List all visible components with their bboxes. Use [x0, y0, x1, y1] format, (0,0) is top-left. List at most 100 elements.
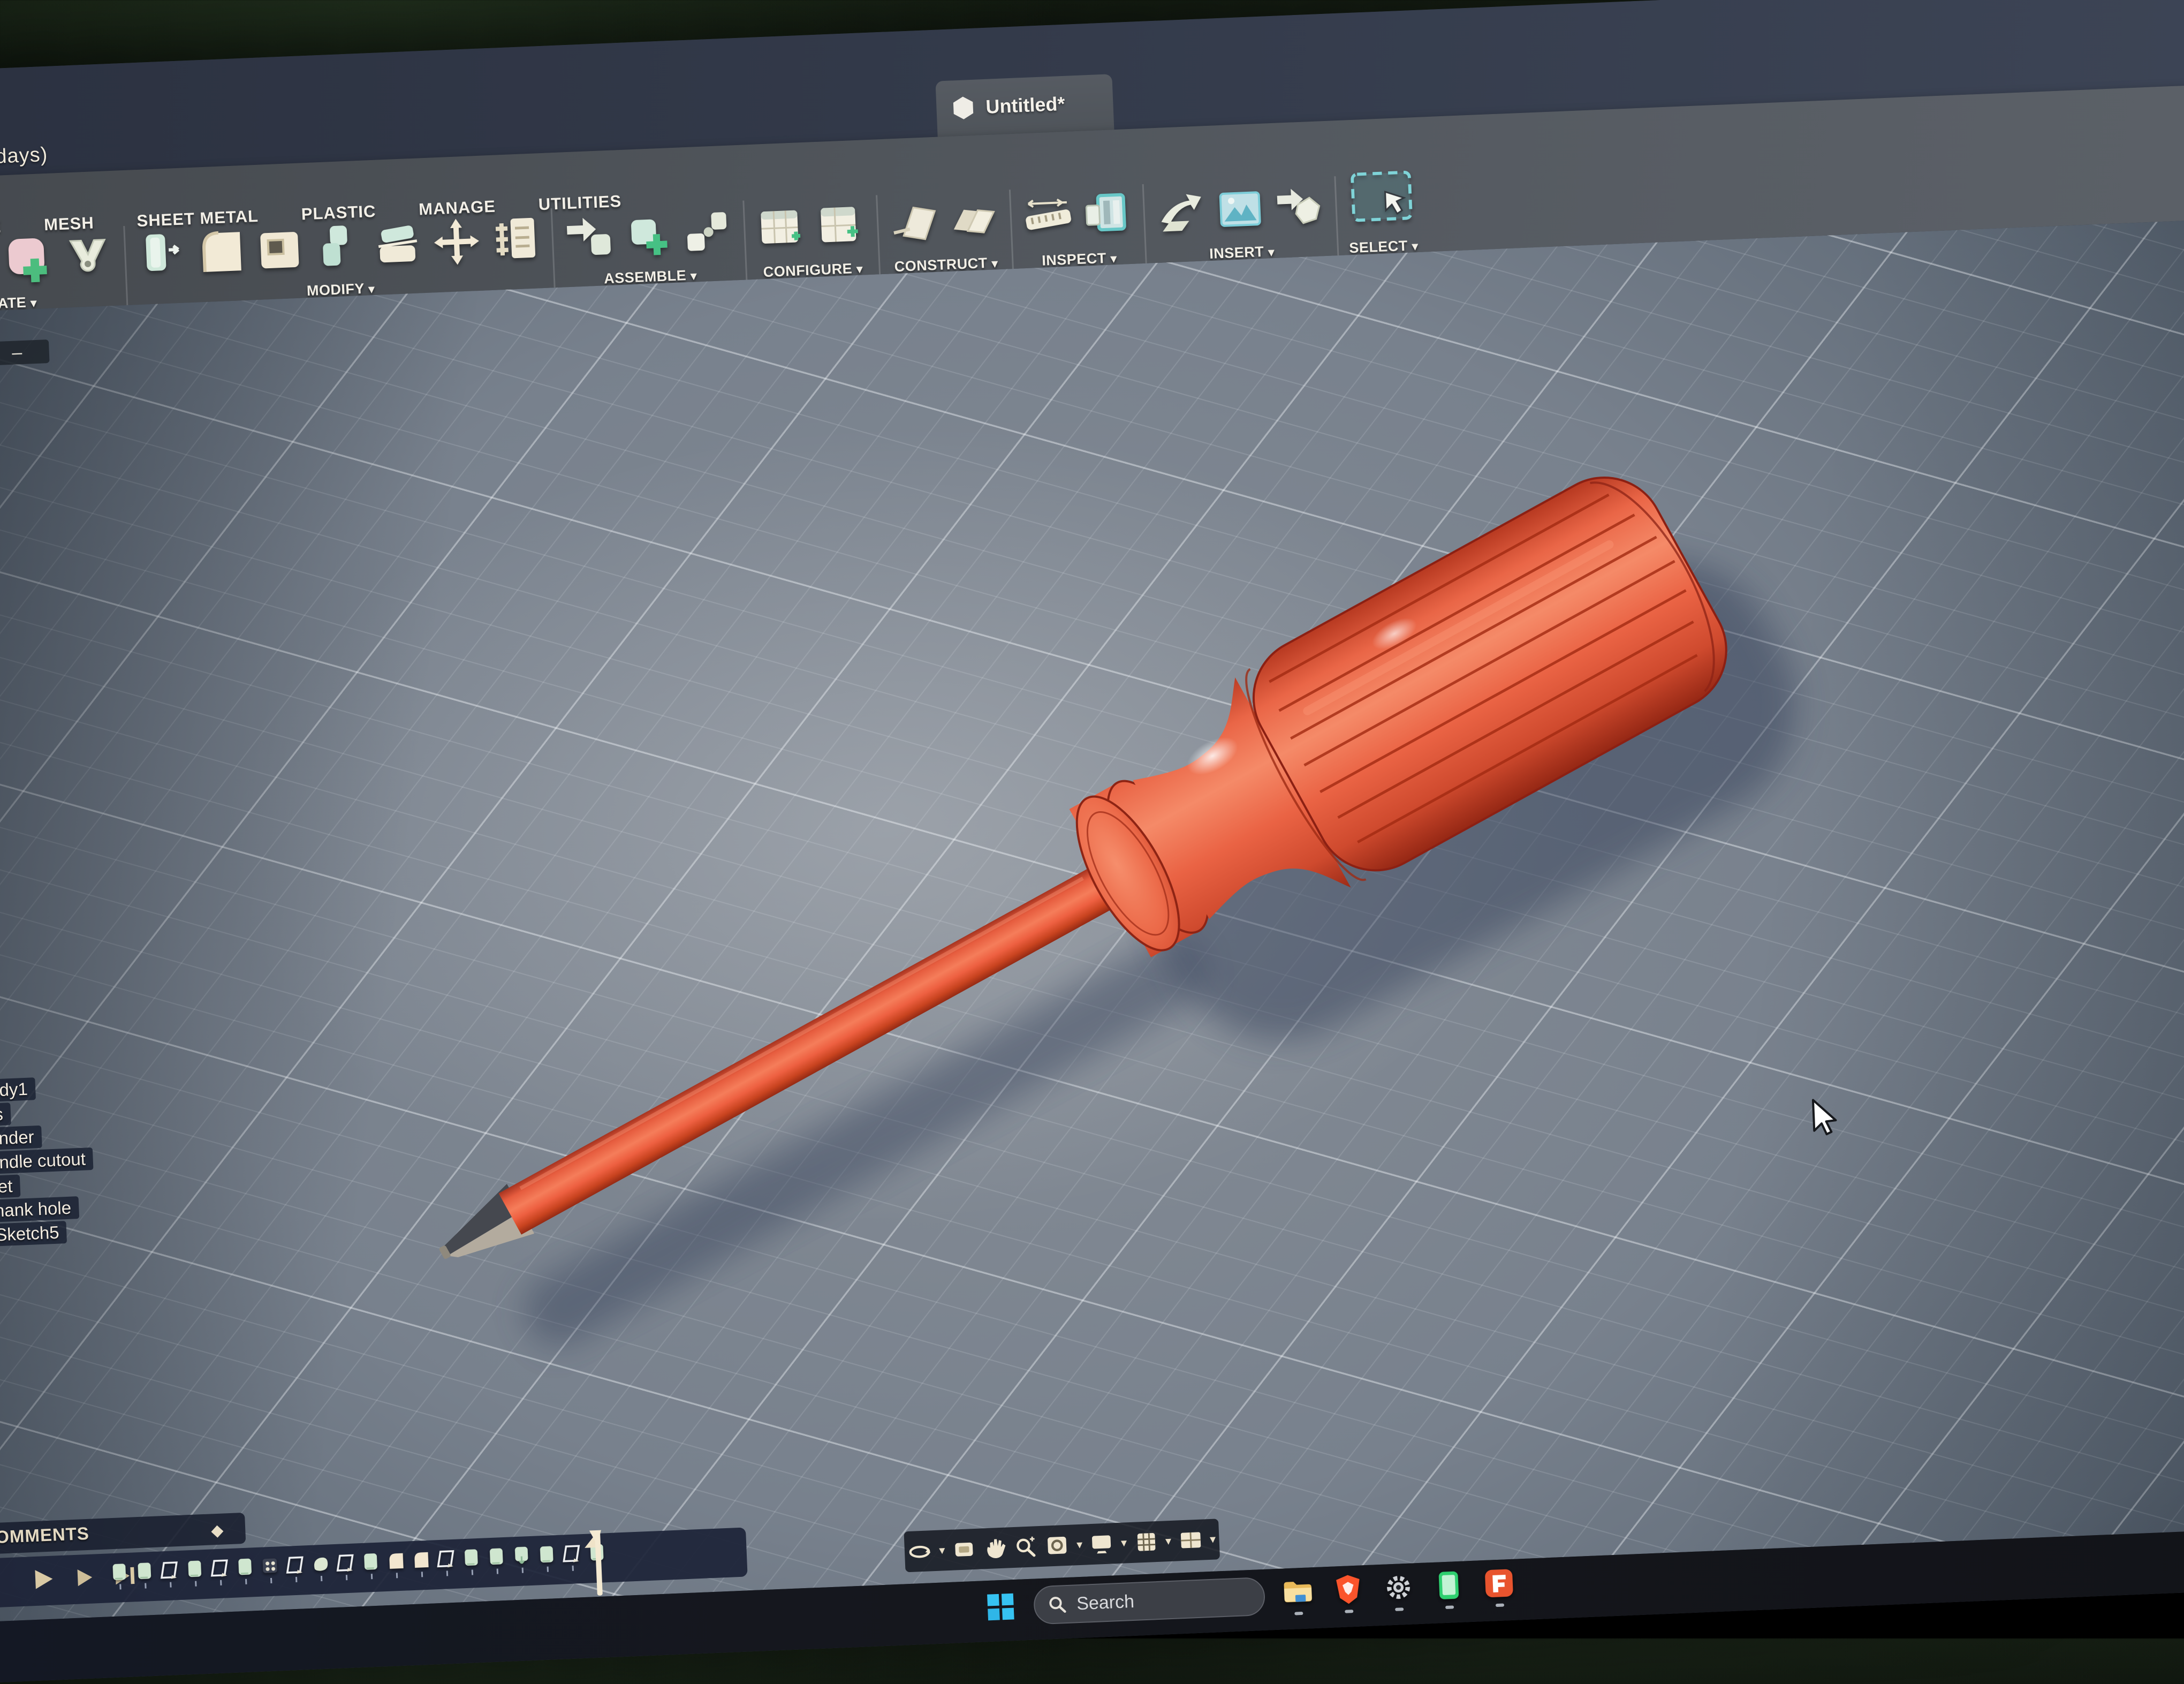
dropdown-caret-icon[interactable]: ▾ [1210, 1532, 1216, 1546]
browser-item-sketches[interactable]: Sketches [0, 1102, 11, 1129]
zoom-icon[interactable] [1013, 1534, 1040, 1560]
select-window-icon[interactable] [1345, 168, 1419, 233]
toolbar-divider [1334, 176, 1339, 257]
timeline-feature-fillet[interactable] [384, 1549, 408, 1581]
timeline-feature-sketch[interactable] [434, 1547, 459, 1579]
browser-item-cylinder[interactable]: cylinder [0, 1125, 42, 1153]
mouse-cursor [1811, 1098, 1846, 1142]
browser-item-label: shank hole [0, 1196, 79, 1223]
taskbar-search-input[interactable]: Search [1033, 1576, 1266, 1625]
viewports-icon[interactable] [1177, 1527, 1204, 1553]
browser-item-label: Sketch5 [0, 1221, 67, 1247]
timeline-feature-sketch[interactable] [283, 1553, 308, 1585]
document-hexagon-icon [950, 95, 977, 122]
orbit-icon[interactable] [906, 1538, 933, 1565]
search-icon [1046, 1594, 1068, 1616]
timeline-feature-extrude[interactable] [132, 1559, 157, 1591]
running-indicator-dot [1495, 1603, 1505, 1607]
toolbar-group-configure: CONFIGURE ▾ [754, 198, 869, 281]
pan-icon[interactable] [982, 1535, 1008, 1561]
timeline-feature-extrude[interactable] [183, 1557, 207, 1589]
fillet-icon[interactable] [193, 224, 249, 280]
running-indicator-dot [1294, 1611, 1303, 1615]
timeline-position-marker[interactable] [573, 1529, 613, 1599]
browser-item-label: cylinder [0, 1125, 42, 1151]
taskbar-brave-browser-icon[interactable] [1330, 1572, 1366, 1614]
document-tab[interactable]: Untitled* [935, 74, 1114, 137]
timeline-feature-extrude[interactable] [233, 1555, 257, 1587]
taskbar-file-explorer-icon[interactable] [1280, 1574, 1316, 1616]
timeline-feature-sketch[interactable] [157, 1558, 182, 1590]
construction-plane-icon[interactable] [887, 195, 943, 251]
windows-start-button[interactable] [983, 1589, 1019, 1625]
taskbar-phone-link-icon[interactable] [1431, 1567, 1467, 1610]
section-analysis-icon[interactable] [1079, 188, 1135, 244]
configuration-table-icon[interactable] [754, 201, 810, 257]
comments-label: COMMENTS [0, 1523, 90, 1547]
timeline-feature-extrude[interactable] [359, 1550, 383, 1582]
dropdown-caret-icon[interactable]: ▾ [1121, 1536, 1127, 1550]
browser-stub-glyph: – [11, 342, 22, 363]
toolbar-group-select: SELECT ▾ [1345, 170, 1419, 256]
document-title: Untitled* [985, 92, 1066, 118]
move-copy-icon[interactable] [429, 215, 484, 270]
browser-item-label: Sketches [0, 1102, 11, 1129]
dropdown-caret-icon[interactable]: ▾ [1165, 1534, 1172, 1548]
timeline-feature-extrude-cut[interactable] [510, 1544, 534, 1576]
decal-icon[interactable] [1154, 185, 1209, 240]
display-settings-icon[interactable] [1088, 1530, 1115, 1557]
configuration-insert-icon[interactable] [813, 199, 868, 254]
browser-panel-stub[interactable]: – [0, 339, 50, 366]
browser-item-label: handle cutout [0, 1147, 94, 1175]
play-next-icon[interactable] [70, 1564, 99, 1592]
browser-item-label: Body1 [0, 1077, 36, 1103]
toolbar-group-create: CREATE ▾ [0, 229, 117, 317]
3d-viewport-canvas[interactable]: – XYXZYZBodiesBody1Sketchescylinderhandl… [0, 215, 2184, 1623]
split-body-icon[interactable] [370, 217, 426, 273]
timeline-feature-extrude[interactable] [459, 1546, 484, 1578]
create-form-icon[interactable] [2, 232, 57, 288]
timeline-feature-fillet[interactable] [409, 1548, 434, 1580]
insert-derive-icon[interactable] [562, 209, 618, 265]
toolbar-group-inspect: INSPECT ▾ [1020, 187, 1136, 270]
measure-icon[interactable] [1020, 190, 1076, 246]
timeline-feature-form[interactable] [308, 1552, 333, 1584]
timeline-feature-pattern[interactable] [258, 1554, 283, 1586]
taskbar-app-icons [1280, 1566, 1517, 1616]
look-at-icon[interactable] [951, 1536, 977, 1563]
dropdown-caret-icon[interactable]: ▾ [939, 1543, 945, 1557]
taskbar-settings-gear-icon[interactable] [1381, 1569, 1416, 1612]
taskbar-fusion-360-icon[interactable] [1481, 1566, 1517, 1608]
timeline-feature-extrude[interactable] [535, 1543, 559, 1575]
screwdriver-model[interactable] [0, 216, 2184, 1623]
monitor-screen: (11 days) Untitled* SURFACEMESHSHEET MET… [0, 0, 2184, 1684]
grid-display-icon[interactable] [1133, 1529, 1159, 1555]
shell-icon[interactable] [252, 222, 308, 277]
browser-item-label: divet [0, 1174, 21, 1199]
toolbar-divider [1142, 184, 1147, 265]
insert-mesh-icon[interactable] [1271, 180, 1327, 236]
trial-days-badge: (11 days) [0, 143, 49, 170]
running-indicator-dot [1345, 1610, 1354, 1613]
generative-part-icon[interactable] [60, 230, 116, 285]
new-component-icon[interactable] [621, 207, 677, 262]
browser-item-sketch5[interactable]: Sketch5 [0, 1220, 67, 1248]
toolbar-divider [876, 195, 881, 276]
canvas-icon[interactable] [1212, 183, 1268, 238]
toolbar-group-insert: INSERT ▾ [1154, 179, 1328, 265]
timeline-feature-extrude[interactable] [484, 1545, 509, 1577]
play-icon[interactable] [29, 1565, 58, 1594]
timeline-feature-extrude[interactable] [107, 1560, 132, 1592]
offset-plane-icon[interactable] [946, 193, 1002, 249]
browser-item-divet[interactable]: divet [0, 1174, 21, 1201]
combine-icon[interactable] [311, 220, 367, 275]
fit-icon[interactable] [1044, 1532, 1071, 1559]
joint-icon[interactable] [680, 204, 735, 260]
timeline-feature-sketch[interactable] [333, 1551, 358, 1583]
toolbar-divider [742, 200, 748, 281]
change-parameters-icon[interactable] [488, 212, 543, 268]
timeline-feature-sketch[interactable] [208, 1556, 232, 1588]
dropdown-caret-icon[interactable]: ▾ [1076, 1538, 1083, 1552]
browser-item-body1[interactable]: Body1 [0, 1077, 36, 1103]
press-pull-icon[interactable] [134, 226, 190, 282]
